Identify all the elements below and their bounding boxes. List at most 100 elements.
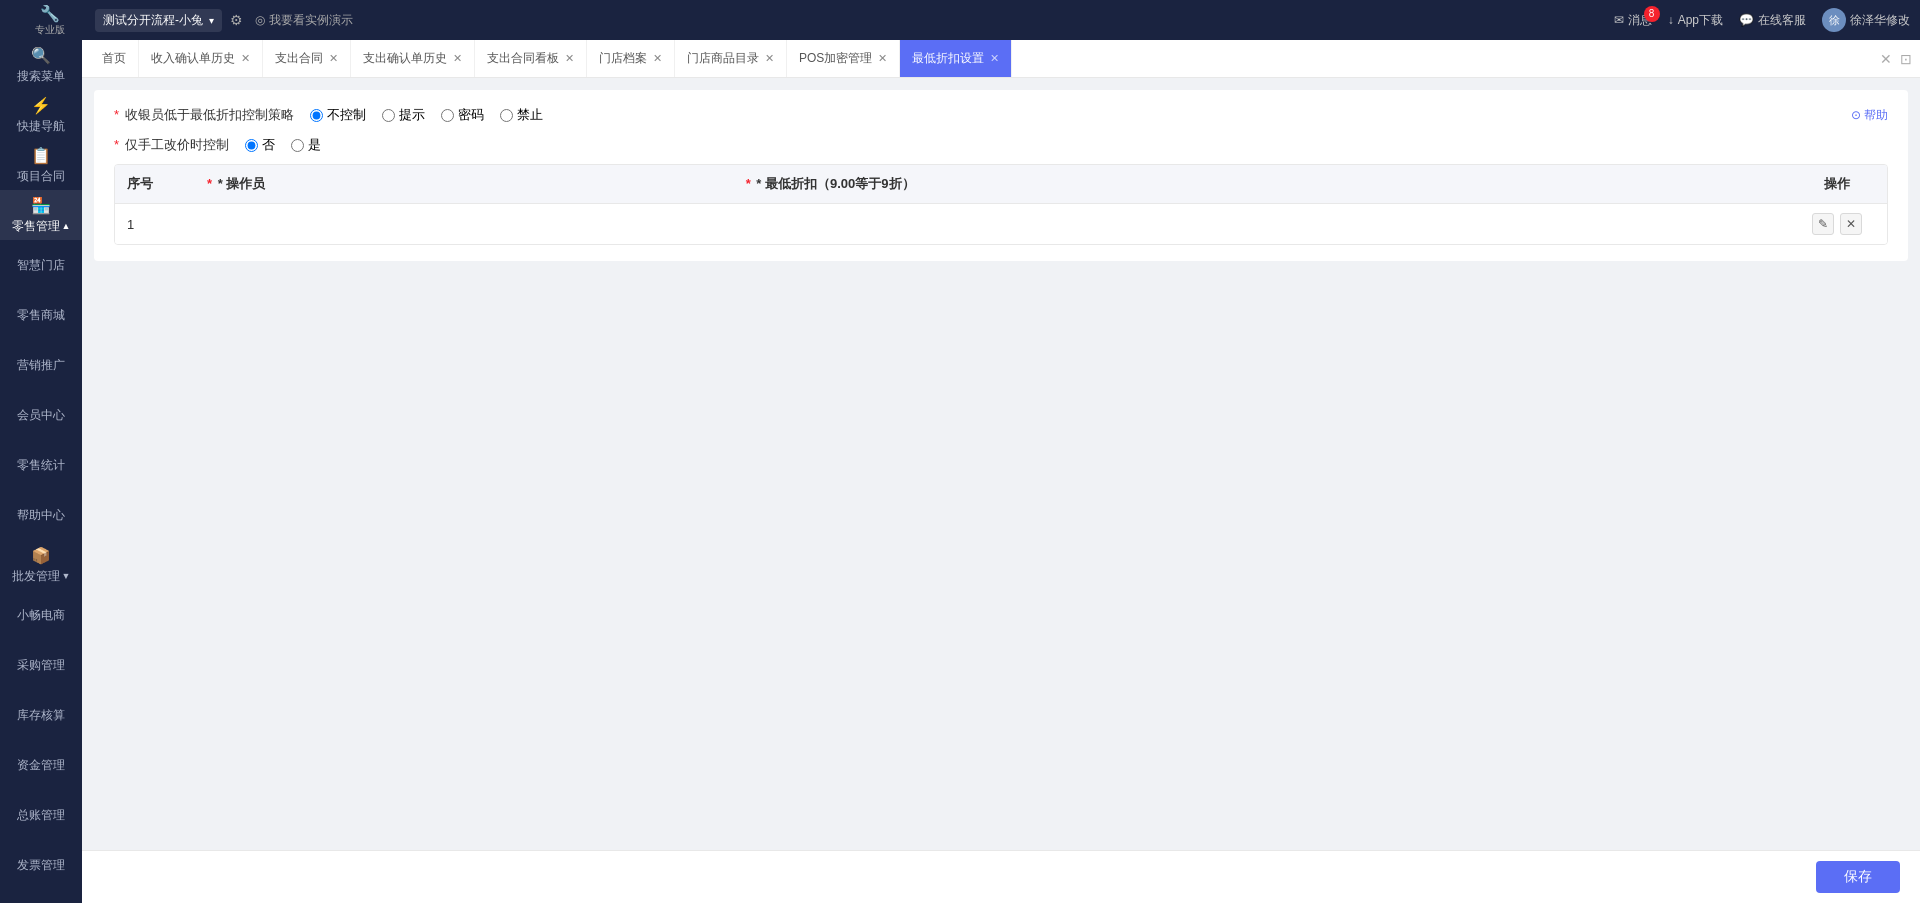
sidebar-item-inventory[interactable]: 库存核算 — [0, 690, 82, 740]
tab-pos-lock[interactable]: POS加密管理 ✕ — [787, 40, 900, 78]
close-icon[interactable]: ✕ — [453, 52, 462, 65]
close-icon[interactable]: ✕ — [565, 52, 574, 65]
policy-row: * 收银员低于最低折扣控制策略 不控制 提示 — [114, 106, 1888, 124]
sidebar-item-project[interactable]: 📋 项目合同 — [0, 140, 82, 190]
radio-forbid[interactable]: 禁止 — [500, 106, 543, 124]
sidebar-item-smart-store[interactable]: 智慧门店 — [0, 240, 82, 290]
radio-forbid-label: 禁止 — [517, 106, 543, 124]
expand-icon[interactable]: ⊡ — [1900, 51, 1912, 67]
logo-text: 专业版 — [35, 23, 65, 37]
sidebar-item-help[interactable]: 帮助中心 — [0, 490, 82, 540]
radio-tip[interactable]: 提示 — [382, 106, 425, 124]
edit-button[interactable]: ✎ — [1812, 213, 1834, 235]
tab-store-archive[interactable]: 门店档案 ✕ — [587, 40, 675, 78]
radio-no-control-input[interactable] — [310, 109, 323, 122]
tab-label: 首页 — [102, 50, 126, 67]
edit-icon: ✎ — [1818, 217, 1828, 231]
sidebar-item-marketing[interactable]: 营销推广 — [0, 340, 82, 390]
project-selector[interactable]: 测试分开流程-小兔 ▾ — [95, 9, 222, 32]
radio-forbid-input[interactable] — [500, 109, 513, 122]
td-action: ✎ ✕ — [1787, 205, 1887, 243]
sidebar-item-retail[interactable]: 🏪 零售管理 ▲ — [0, 190, 82, 240]
page-footer: 保存 — [82, 850, 1920, 903]
tab-bar: 首页 收入确认单历史 ✕ 支出合同 ✕ 支出确认单历史 ✕ 支出合同看板 ✕ 门… — [82, 40, 1920, 78]
close-icon[interactable]: ✕ — [241, 52, 250, 65]
td-seq: 1 — [115, 209, 195, 240]
tab-payment-view[interactable]: 支出合同看板 ✕ — [475, 40, 587, 78]
radio-yes-label: 是 — [308, 136, 321, 154]
tab-home[interactable]: 首页 — [90, 40, 139, 78]
radio-yes-input[interactable] — [291, 139, 304, 152]
avatar: 徐 — [1822, 8, 1846, 32]
tab-payment-confirm[interactable]: 支出确认单历史 ✕ — [351, 40, 475, 78]
download-icon: ↓ — [1668, 13, 1674, 27]
sidebar-item-online-store[interactable]: 零售商城 — [0, 290, 82, 340]
header-bar: 🔧 专业版 测试分开流程-小兔 ▾ ⚙ ◎ 我要看实例演示 ✉ 消息 8 ↓ A… — [0, 0, 1920, 40]
td-min-discount — [734, 216, 1787, 232]
manual-radio-group: 否 是 — [245, 136, 321, 154]
settings-icon[interactable]: ⚙ — [230, 12, 243, 28]
radio-no-control[interactable]: 不控制 — [310, 106, 366, 124]
project-name: 测试分开流程-小兔 — [103, 12, 203, 29]
radio-password-label: 密码 — [458, 106, 484, 124]
tab-label: 门店商品目录 — [687, 50, 759, 67]
tab-store-goods[interactable]: 门店商品目录 ✕ — [675, 40, 787, 78]
search-icon: 🔍 — [31, 46, 51, 65]
form-section: * 收银员低于最低折扣控制策略 不控制 提示 — [114, 106, 1888, 154]
tab-income[interactable]: 收入确认单历史 ✕ — [139, 40, 263, 78]
demo-link[interactable]: ◎ 我要看实例演示 — [255, 12, 353, 29]
tab-label: 支出合同 — [275, 50, 323, 67]
message-button[interactable]: ✉ 消息 8 — [1614, 12, 1652, 29]
sidebar-item-search[interactable]: 🔍 搜索菜单 — [0, 40, 82, 90]
sidebar-item-invoice[interactable]: 发票管理 — [0, 840, 82, 890]
sidebar-item-purchase[interactable]: 采购管理 — [0, 640, 82, 690]
user-label: 徐泽华修改 — [1850, 12, 1910, 29]
sidebar-item-wholesale[interactable]: 📦 批发管理 ▼ — [0, 540, 82, 590]
sidebar-item-tax[interactable]: 税务管理 — [0, 890, 82, 903]
tab-min-discount[interactable]: 最低折扣设置 ✕ — [900, 40, 1012, 78]
sidebar-item-retail-stat[interactable]: 零售统计 — [0, 440, 82, 490]
message-icon: ✉ — [1614, 13, 1624, 27]
radio-yes[interactable]: 是 — [291, 136, 321, 154]
sidebar-item-label: 库存核算 — [17, 707, 65, 724]
sidebar-item-quicknav[interactable]: ⚡ 快捷导航 — [0, 90, 82, 140]
sidebar-item-label: 智慧门店 — [17, 257, 65, 274]
tab-payment[interactable]: 支出合同 ✕ — [263, 40, 351, 78]
radio-no[interactable]: 否 — [245, 136, 275, 154]
chevron-down-icon: ▾ — [209, 15, 214, 26]
radio-password[interactable]: 密码 — [441, 106, 484, 124]
chevron-up-icon: ▲ — [62, 221, 71, 231]
sidebar-item-label: 发票管理 — [17, 857, 65, 874]
close-icon[interactable]: ✕ — [878, 52, 887, 65]
sidebar-item-ecommerce[interactable]: 小畅电商 — [0, 590, 82, 640]
app-download-button[interactable]: ↓ App下载 — [1668, 12, 1723, 29]
close-icon[interactable]: ✕ — [765, 52, 774, 65]
online-service-button[interactable]: 💬 在线客服 — [1739, 12, 1806, 29]
sidebar-item-member[interactable]: 会员中心 — [0, 390, 82, 440]
close-icon[interactable]: ✕ — [990, 52, 999, 65]
close-icon[interactable]: ✕ — [653, 52, 662, 65]
user-profile-button[interactable]: 徐 徐泽华修改 — [1822, 8, 1910, 32]
logo-icon: 🔧 — [40, 4, 60, 23]
radio-tip-input[interactable] — [382, 109, 395, 122]
sidebar-item-accounting[interactable]: 总账管理 — [0, 790, 82, 840]
delete-button[interactable]: ✕ — [1840, 213, 1862, 235]
help-link[interactable]: ⊙ 帮助 — [1851, 107, 1888, 124]
radio-password-input[interactable] — [441, 109, 454, 122]
sidebar-item-label: 批发管理 — [12, 568, 60, 585]
close-tab-icon[interactable]: ✕ — [1880, 51, 1892, 67]
sidebar-item-label: 会员中心 — [17, 407, 65, 424]
close-icon[interactable]: ✕ — [329, 52, 338, 65]
radio-no-input[interactable] — [245, 139, 258, 152]
th-min-discount: * * 最低折扣（9.00等于9折） — [734, 165, 1787, 203]
save-button[interactable]: 保存 — [1816, 861, 1900, 893]
table-header: 序号 * * 操作员 * * 最低折扣（9.00等于9折） 操作 — [115, 165, 1887, 204]
manual-row: * 仅手工改价时控制 否 是 — [114, 136, 1888, 154]
wholesale-icon: 📦 — [31, 546, 51, 565]
required-star: * — [114, 107, 119, 122]
service-label: 在线客服 — [1758, 12, 1806, 29]
sidebar-item-finance[interactable]: 资金管理 — [0, 740, 82, 790]
sidebar-item-label: 帮助中心 — [17, 507, 65, 524]
tab-label: 最低折扣设置 — [912, 50, 984, 67]
circle-icon: ◎ — [255, 13, 265, 27]
